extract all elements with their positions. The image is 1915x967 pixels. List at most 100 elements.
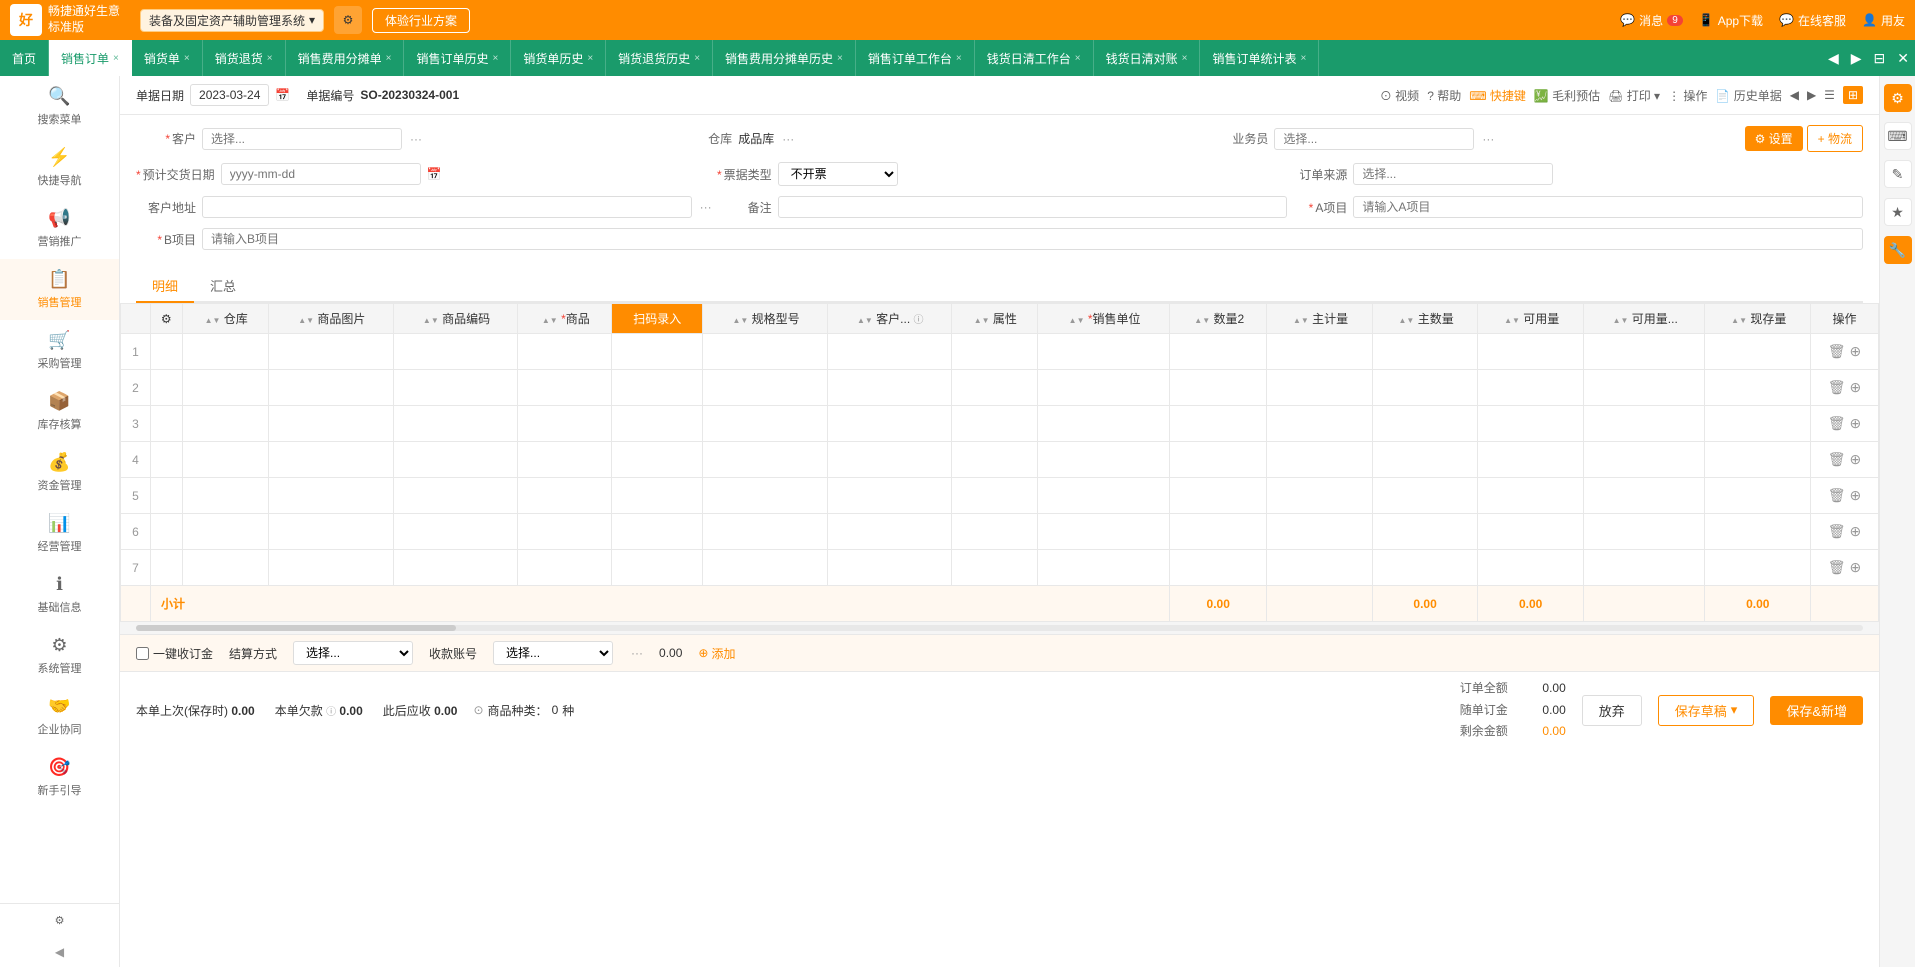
- right-panel-icon-3[interactable]: ✎: [1884, 160, 1912, 188]
- tab-sales-invoice-history[interactable]: 销货单历史 ×: [511, 40, 606, 76]
- col-spec[interactable]: ▲▼ 规格型号: [703, 304, 828, 334]
- print-btn[interactable]: 🖨 打印 ▾: [1608, 87, 1660, 104]
- sidebar-toggle-btn[interactable]: ◀: [0, 937, 119, 967]
- col-avail[interactable]: ▲▼ 可用量: [1478, 304, 1584, 334]
- sidebar-item-finance[interactable]: 💰 资金管理: [0, 442, 119, 503]
- delete-row-7[interactable]: 🗑: [1828, 559, 1846, 576]
- sidebar-item-sales[interactable]: 📋 销售管理: [0, 259, 119, 320]
- order-source-input[interactable]: [1353, 163, 1553, 185]
- tab-summary[interactable]: 汇总: [194, 270, 252, 301]
- solution-btn[interactable]: 体验行业方案: [372, 8, 470, 33]
- tab-sales-invoice[interactable]: 销货单 ×: [132, 40, 203, 76]
- settings-btn[interactable]: ⚙ 设置: [1745, 126, 1803, 151]
- sidebar-item-marketing[interactable]: 📢 营销推广: [0, 198, 119, 259]
- tab-sales-expense-history[interactable]: 销售费用分摊单历史 ×: [713, 40, 856, 76]
- right-panel-icon-4[interactable]: ★: [1884, 198, 1912, 226]
- staff-input[interactable]: [1274, 128, 1474, 150]
- sidebar-settings[interactable]: ⚙: [0, 904, 119, 937]
- col-settings[interactable]: ⚙: [151, 304, 183, 334]
- delete-row-2[interactable]: 🗑: [1828, 379, 1846, 396]
- date-value[interactable]: 2023-03-24: [190, 84, 269, 106]
- horizontal-scrollbar[interactable]: [120, 622, 1879, 634]
- sidebar-item-operations[interactable]: 📊 经营管理: [0, 503, 119, 564]
- video-btn[interactable]: ⊙ 视频: [1380, 87, 1419, 104]
- col-avail2[interactable]: ▲▼ 可用量...: [1583, 304, 1705, 334]
- sidebar-item-quicknav[interactable]: ⚡ 快捷导航: [0, 137, 119, 198]
- layout-list-icon[interactable]: ☰: [1824, 88, 1835, 102]
- payment-select[interactable]: 选择...: [293, 641, 413, 665]
- delete-row-6[interactable]: 🗑: [1828, 523, 1846, 540]
- right-panel-icon-1[interactable]: ⚙: [1884, 84, 1912, 112]
- nav-expand[interactable]: ⊟: [1868, 50, 1892, 67]
- staff-more[interactable]: ···: [1482, 132, 1494, 146]
- copy-row-7[interactable]: ⊕: [1850, 559, 1862, 576]
- tab-sales-workbench[interactable]: 销售订单工作台 ×: [856, 40, 975, 76]
- sidebar-item-purchase[interactable]: 🛒 采购管理: [0, 320, 119, 381]
- col-product[interactable]: ▲▼ *商品: [518, 304, 612, 334]
- col-customer-code[interactable]: ▲▼ 客户... ⓘ: [827, 304, 951, 334]
- warehouse-more[interactable]: ···: [782, 132, 794, 146]
- nav-close-all[interactable]: ✕: [1891, 50, 1915, 67]
- copy-row-4[interactable]: ⊕: [1850, 451, 1862, 468]
- nav-prev[interactable]: ◀: [1822, 50, 1845, 67]
- tab-home[interactable]: 首页: [0, 40, 49, 76]
- operate-btn[interactable]: ⋮ 操作: [1668, 87, 1707, 104]
- account-more[interactable]: ···: [631, 646, 643, 660]
- nav-next-icon[interactable]: ▶: [1807, 88, 1816, 102]
- col-main-unit[interactable]: ▲▼ 主计量: [1267, 304, 1373, 334]
- delivery-calendar-icon[interactable]: 📅: [427, 167, 442, 181]
- sidebar-item-system[interactable]: ⚙ 系统管理: [0, 625, 119, 686]
- nav-next[interactable]: ▶: [1845, 50, 1868, 67]
- copy-row-6[interactable]: ⊕: [1850, 523, 1862, 540]
- sidebar-item-collab[interactable]: 🤝 企业协同: [0, 686, 119, 747]
- delivery-input[interactable]: [221, 163, 421, 185]
- delete-row-3[interactable]: 🗑: [1828, 415, 1846, 432]
- tab-detail[interactable]: 明细: [136, 270, 194, 303]
- user-avatar[interactable]: 👤 用友: [1862, 12, 1905, 29]
- sidebar-item-search[interactable]: 🔍 搜索菜单: [0, 76, 119, 137]
- tab-sales-expense[interactable]: 销售费用分摊单 ×: [286, 40, 405, 76]
- tab-sales-return-history[interactable]: 销货退货历史 ×: [606, 40, 713, 76]
- note-input[interactable]: [778, 196, 1288, 218]
- calendar-icon[interactable]: 📅: [275, 88, 290, 102]
- one-click-checkbox[interactable]: 一键收订金: [136, 645, 213, 662]
- history-btn[interactable]: 📄 历史单据: [1715, 87, 1781, 104]
- tab-sales-order-history[interactable]: 销售订单历史 ×: [404, 40, 511, 76]
- col-code[interactable]: ▲▼ 商品编码: [393, 304, 518, 334]
- col-warehouse[interactable]: ▲▼ 仓库: [182, 304, 268, 334]
- add-btn[interactable]: ⊕ 添加: [698, 645, 735, 662]
- right-panel-icon-5[interactable]: 🔧: [1884, 236, 1912, 264]
- profit-btn[interactable]: 💹 毛利预估: [1534, 87, 1600, 104]
- one-click-checkbox-input[interactable]: [136, 647, 149, 660]
- copy-row-2[interactable]: ⊕: [1850, 379, 1862, 396]
- col-image[interactable]: ▲▼ 商品图片: [268, 304, 393, 334]
- col-main-qty[interactable]: ▲▼ 主数量: [1372, 304, 1478, 334]
- customer-input[interactable]: [202, 128, 402, 150]
- material-btn[interactable]: + 物流: [1807, 125, 1863, 152]
- save-new-btn[interactable]: 保存&新增: [1770, 696, 1863, 725]
- col-stock[interactable]: ▲▼ 现存量: [1705, 304, 1811, 334]
- sidebar-item-basicinfo[interactable]: ℹ 基础信息: [0, 564, 119, 625]
- copy-row-1[interactable]: ⊕: [1850, 343, 1862, 360]
- copy-row-5[interactable]: ⊕: [1850, 487, 1862, 504]
- sidebar-item-inventory[interactable]: 📦 库存核算: [0, 381, 119, 442]
- shortcut-btn[interactable]: ⌨ 快捷键: [1469, 87, 1526, 104]
- tab-sales-stats[interactable]: 销售订单统计表 ×: [1200, 40, 1319, 76]
- customer-more[interactable]: ···: [410, 132, 422, 146]
- copy-row-3[interactable]: ⊕: [1850, 415, 1862, 432]
- col-unit[interactable]: ▲▼ *销售单位: [1038, 304, 1170, 334]
- col-attr[interactable]: ▲▼ 属性: [951, 304, 1037, 334]
- col-scan[interactable]: 扫码录入: [612, 304, 703, 334]
- tab-sales-return[interactable]: 销货退货 ×: [203, 40, 286, 76]
- scrollbar-thumb[interactable]: [136, 625, 456, 631]
- settings-icon[interactable]: ⚙: [334, 6, 362, 34]
- delete-row-5[interactable]: 🗑: [1828, 487, 1846, 504]
- layout-grid-icon[interactable]: ⊞: [1843, 86, 1863, 104]
- tab-cash-reconcile[interactable]: 钱货日清对账 ×: [1094, 40, 1201, 76]
- col-qty2[interactable]: ▲▼ 数量2: [1170, 304, 1267, 334]
- system-title[interactable]: 装备及固定资产辅助管理系统 ▾: [140, 9, 324, 32]
- tab-cash-workbench[interactable]: 钱货日清工作台 ×: [975, 40, 1094, 76]
- address-input[interactable]: [202, 196, 692, 218]
- tab-sales-order[interactable]: 销售订单 ×: [49, 40, 132, 76]
- invoice-select[interactable]: 不开票: [778, 162, 898, 186]
